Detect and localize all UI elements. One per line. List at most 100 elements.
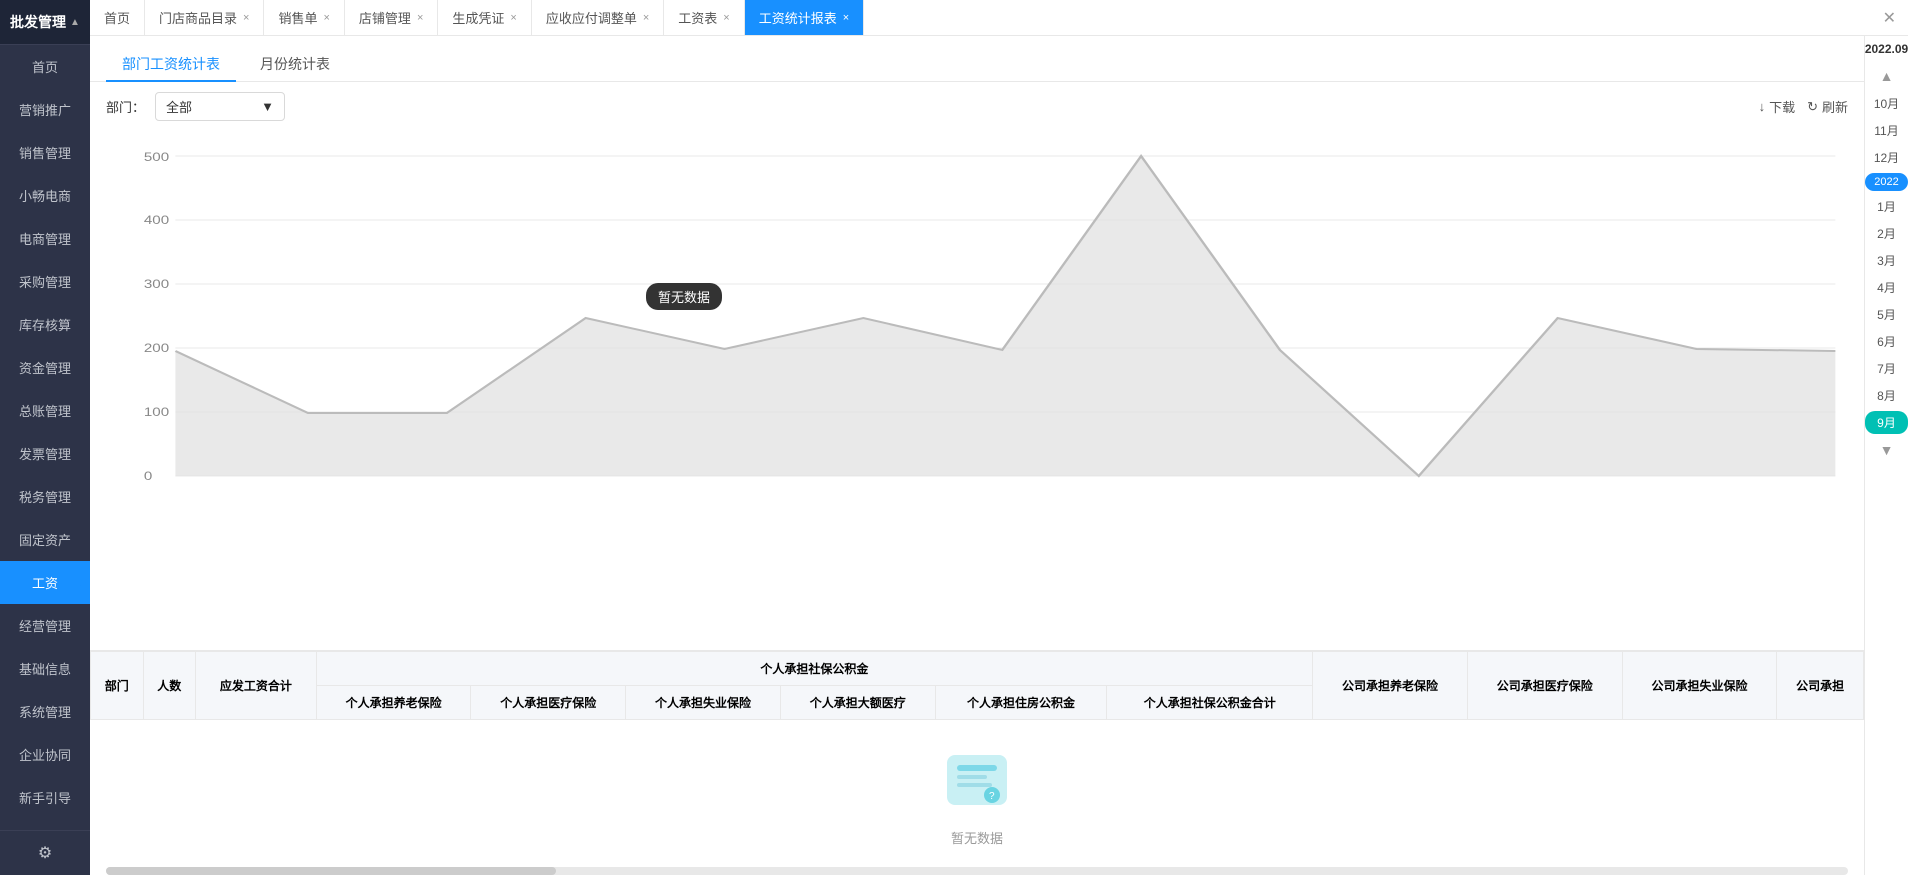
close-all-tabs-button[interactable]: ✕: [1871, 8, 1908, 28]
time-panel-down-arrow[interactable]: ▼: [1865, 436, 1908, 464]
svg-text:100: 100: [144, 405, 170, 418]
chart-tooltip-text: 暂无数据: [658, 290, 710, 305]
sidebar-item-小畅电商[interactable]: 小畅电商: [0, 174, 90, 217]
gear-icon: ⚙: [38, 845, 52, 862]
toolbar-left: 部门： 全部 ▼: [106, 92, 285, 121]
svg-text:?: ?: [989, 791, 995, 802]
sidebar-item-经营管理[interactable]: 经营管理: [0, 604, 90, 647]
empty-label: 暂无数据: [951, 828, 1003, 847]
time-panel-item-10月[interactable]: 10月: [1865, 90, 1908, 117]
sidebar-item-首页[interactable]: 首页: [0, 45, 90, 88]
dept-label: 部门：: [106, 97, 145, 116]
tab-label: 工资统计报表: [759, 8, 837, 27]
download-button[interactable]: ↓ 下载: [1759, 97, 1796, 116]
sidebar-item-库存核算[interactable]: 库存核算: [0, 303, 90, 346]
sidebar-item-税务管理[interactable]: 税务管理: [0, 475, 90, 518]
tab-label: 店铺管理: [359, 8, 411, 27]
download-label: 下载: [1769, 97, 1795, 116]
sidebar-item-企业协同[interactable]: 企业协同: [0, 733, 90, 776]
svg-text:200: 200: [144, 341, 170, 354]
sidebar-item-工资[interactable]: 工资: [0, 561, 90, 604]
tab-门店商品目录[interactable]: 门店商品目录 ×: [145, 0, 264, 36]
sidebar-item-云应用[interactable]: 云应用: [0, 819, 90, 830]
settings-button[interactable]: ⚙: [0, 830, 90, 875]
refresh-button[interactable]: ↻ 刷新: [1807, 97, 1848, 116]
tab-close-icon[interactable]: ×: [643, 12, 649, 24]
refresh-icon: ↻: [1807, 99, 1818, 115]
tab-销售单[interactable]: 销售单×: [264, 0, 344, 36]
th-company-unemploy: 公司承担失业保险: [1622, 652, 1777, 720]
sub-tabs: 部门工资统计表月份统计表: [90, 36, 1864, 82]
time-panel-item-5月[interactable]: 5月: [1865, 301, 1908, 328]
time-panel-item-2月[interactable]: 2月: [1865, 220, 1908, 247]
tab-bar: 首页门店商品目录×销售单×店铺管理×生成凭证×应收应付调整单×工资表×工资统计报…: [90, 0, 1908, 36]
tab-label: 应收应付调整单: [546, 8, 637, 27]
tab-首页[interactable]: 首页: [90, 0, 145, 36]
chart-area: 500 400 300 200 100 0: [90, 131, 1864, 650]
sidebar-item-资金管理[interactable]: 资金管理: [0, 346, 90, 389]
time-panel-item-7月[interactable]: 7月: [1865, 355, 1908, 382]
sidebar-header[interactable]: 批发管理 ▲: [0, 0, 90, 45]
chart-tooltip: 暂无数据: [646, 283, 722, 310]
tab-close-icon[interactable]: ×: [843, 12, 849, 24]
tab-label: 生成凭证: [452, 8, 504, 27]
chart-wrapper: 500 400 300 200 100 0: [106, 131, 1848, 511]
th-personal-major-medical: 个人承担大额医疗: [780, 686, 935, 720]
tab-close-icon[interactable]: ×: [417, 12, 423, 24]
tab-close-icon[interactable]: ×: [510, 12, 516, 24]
download-icon: ↓: [1759, 99, 1766, 114]
th-salary: 应发工资合计: [196, 652, 317, 720]
sidebar-item-电商管理[interactable]: 电商管理: [0, 217, 90, 260]
sidebar: 批发管理 ▲ 首页营销推广销售管理小畅电商电商管理采购管理库存核算资金管理总账管…: [0, 0, 90, 875]
main-area: 首页门店商品目录×销售单×店铺管理×生成凭证×应收应付调整单×工资表×工资统计报…: [90, 0, 1908, 875]
time-selected-label: 2022.09: [1864, 36, 1908, 62]
th-personal-pension: 个人承担养老保险: [316, 686, 471, 720]
time-panel-up-arrow[interactable]: ▲: [1865, 62, 1908, 90]
sidebar-item-总账管理[interactable]: 总账管理: [0, 389, 90, 432]
th-people: 人数: [143, 652, 196, 720]
table-area: 部门 人数 应发工资合计 个人承担社保公积金 公司承担养老保险 公司承担医疗保险…: [90, 650, 1864, 867]
sidebar-item-发票管理[interactable]: 发票管理: [0, 432, 90, 475]
time-panel-item-1月[interactable]: 1月: [1865, 193, 1908, 220]
th-personal-group: 个人承担社保公积金: [316, 652, 1312, 686]
time-panel-item-3月[interactable]: 3月: [1865, 247, 1908, 274]
th-personal-medical: 个人承担医疗保险: [471, 686, 626, 720]
horizontal-scrollbar[interactable]: [106, 867, 1848, 875]
time-panel-item-9月[interactable]: 9月: [1865, 411, 1908, 434]
svg-text:0: 0: [144, 469, 153, 482]
tab-生成凭证[interactable]: 生成凭证 ×: [438, 0, 531, 36]
th-personal-total: 个人承担社保公积金合计: [1107, 686, 1313, 720]
sidebar-item-销售管理[interactable]: 销售管理: [0, 131, 90, 174]
main-panel: 部门工资统计表月份统计表 部门： 全部 ▼ ↓ 下载 ↻: [90, 36, 1864, 875]
scrollbar-thumb[interactable]: [106, 867, 556, 875]
sub-tab-部门工资统计表[interactable]: 部门工资统计表: [106, 48, 236, 82]
sidebar-item-系统管理[interactable]: 系统管理: [0, 690, 90, 733]
tab-label: 门店商品目录: [159, 8, 237, 27]
chevron-down-icon: ▼: [261, 99, 274, 114]
tab-店铺管理[interactable]: 店铺管理 ×: [345, 0, 438, 36]
time-panel-item-4月[interactable]: 4月: [1865, 274, 1908, 301]
tab-close-icon[interactable]: ×: [723, 12, 729, 24]
th-company-pension: 公司承担养老保险: [1313, 652, 1468, 720]
sidebar-item-营销推广[interactable]: 营销推广: [0, 88, 90, 131]
time-panel-item-12月[interactable]: 12月: [1865, 144, 1908, 171]
sidebar-item-新手引导[interactable]: 新手引导: [0, 776, 90, 819]
time-panel-item-8月[interactable]: 8月: [1865, 382, 1908, 409]
dept-select[interactable]: 全部 ▼: [155, 92, 285, 121]
sidebar-item-固定资产[interactable]: 固定资产: [0, 518, 90, 561]
time-panel-item-2022[interactable]: 2022: [1865, 173, 1908, 191]
sidebar-item-采购管理[interactable]: 采购管理: [0, 260, 90, 303]
tab-应收应付调整单[interactable]: 应收应付调整单 ×: [532, 0, 664, 36]
time-panel-item-6月[interactable]: 6月: [1865, 328, 1908, 355]
tab-工资统计报表[interactable]: 工资统计报表 ×: [745, 0, 864, 36]
sidebar-arrow: ▲: [70, 17, 80, 28]
sidebar-item-基础信息[interactable]: 基础信息: [0, 647, 90, 690]
time-panel-item-11月[interactable]: 11月: [1865, 117, 1908, 144]
tab-close-icon[interactable]: ×: [323, 12, 329, 24]
page-content: 部门工资统计表月份统计表 部门： 全部 ▼ ↓ 下载 ↻: [90, 36, 1908, 875]
sidebar-nav: 首页营销推广销售管理小畅电商电商管理采购管理库存核算资金管理总账管理发票管理税务…: [0, 45, 90, 830]
tab-工资表[interactable]: 工资表×: [664, 0, 744, 36]
tab-close-icon[interactable]: ×: [243, 12, 249, 24]
toolbar-right: ↓ 下载 ↻ 刷新: [1759, 97, 1848, 116]
sub-tab-月份统计表[interactable]: 月份统计表: [244, 48, 346, 82]
